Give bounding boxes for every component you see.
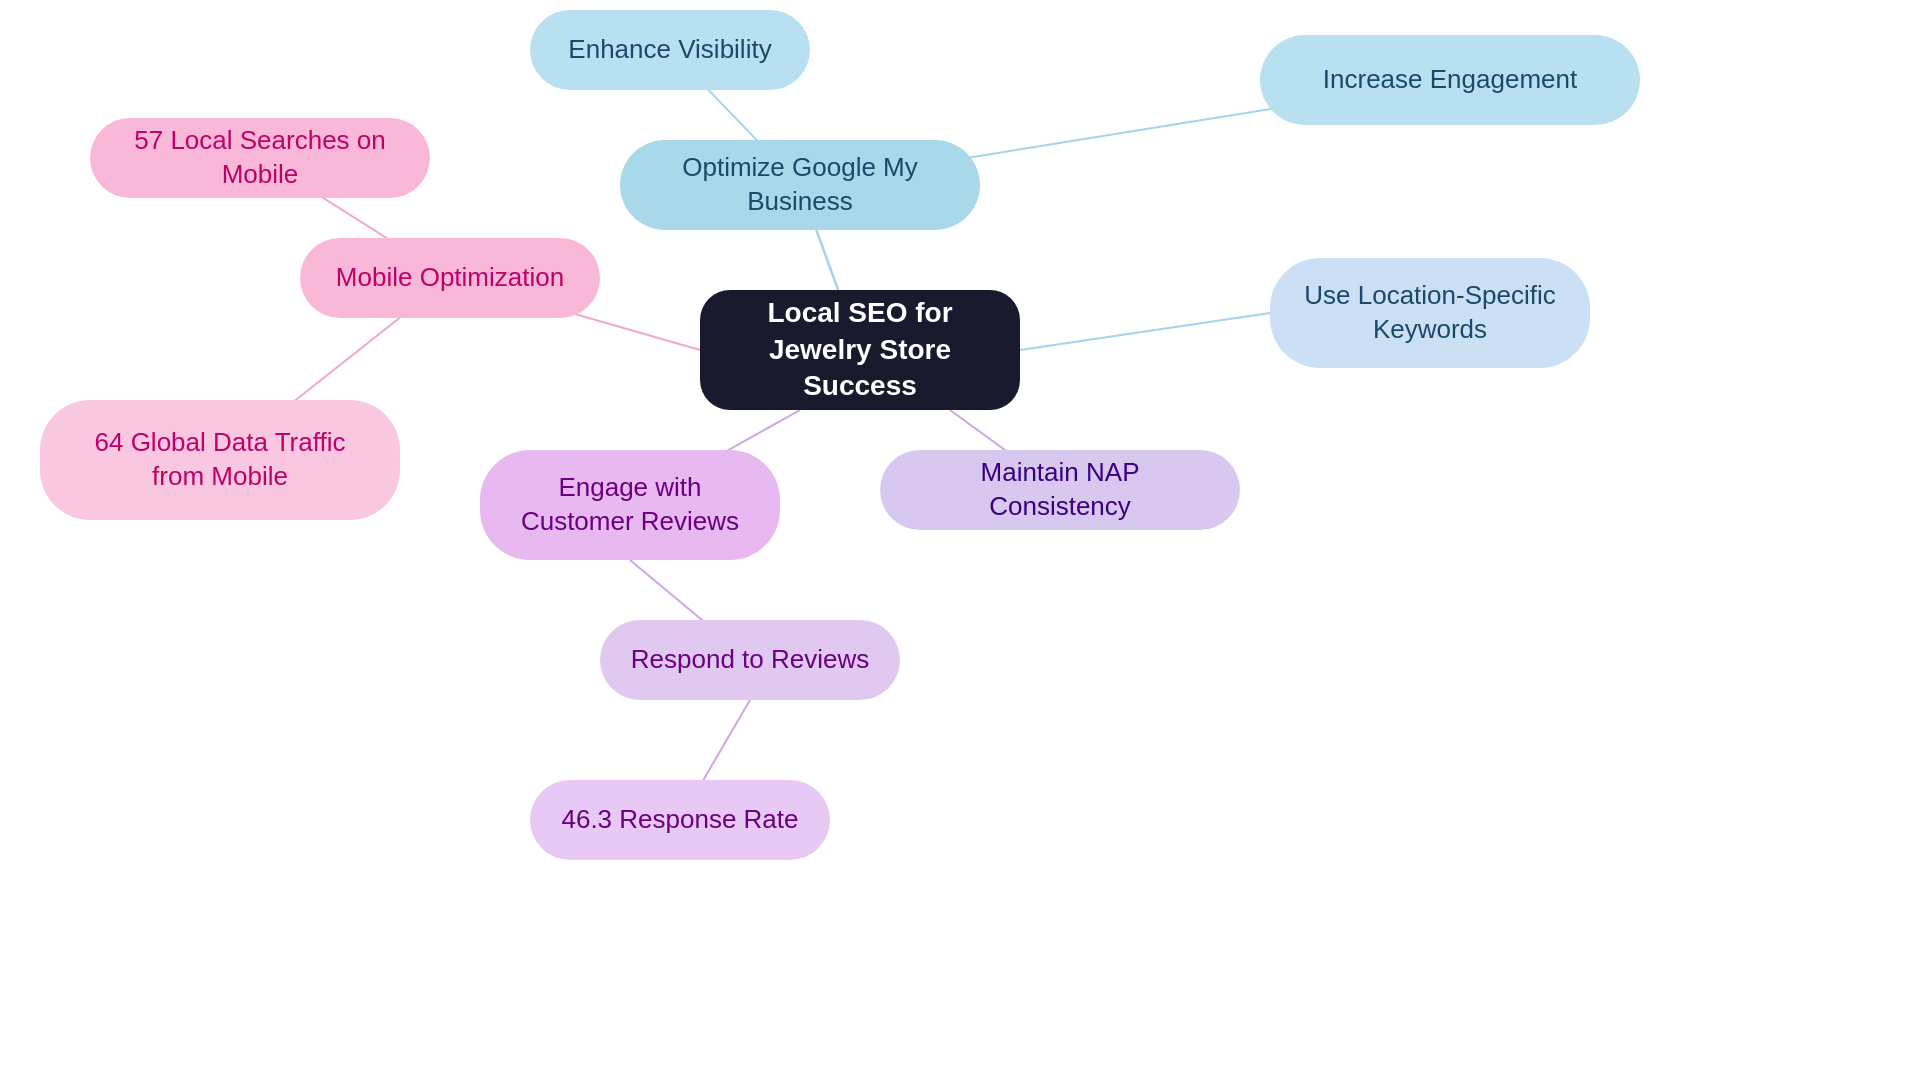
center-label: Local SEO for Jewelry Store Success bbox=[730, 295, 990, 404]
location-keywords-node[interactable]: Use Location-Specific Keywords bbox=[1270, 258, 1590, 368]
engage-label: Engage with Customer Reviews bbox=[510, 471, 750, 539]
response-rate-label: 46.3 Response Rate bbox=[561, 803, 798, 837]
respond-reviews-node[interactable]: Respond to Reviews bbox=[600, 620, 900, 700]
enhance-label: Enhance Visibility bbox=[568, 33, 771, 67]
enhance-visibility-node[interactable]: Enhance Visibility bbox=[530, 10, 810, 90]
gmb-node[interactable]: Optimize Google My Business bbox=[620, 140, 980, 230]
center-node[interactable]: Local SEO for Jewelry Store Success bbox=[700, 290, 1020, 410]
respond-label: Respond to Reviews bbox=[631, 643, 869, 677]
increase-engagement-node[interactable]: Increase Engagement bbox=[1260, 35, 1640, 125]
location-label: Use Location-Specific Keywords bbox=[1300, 279, 1560, 347]
mobile-optimization-node[interactable]: Mobile Optimization bbox=[300, 238, 600, 318]
increase-label: Increase Engagement bbox=[1323, 63, 1577, 97]
nap-label: Maintain NAP Consistency bbox=[910, 456, 1210, 524]
global-data-label: 64 Global Data Traffic from Mobile bbox=[70, 426, 370, 494]
mobile-opt-label: Mobile Optimization bbox=[336, 261, 564, 295]
global-data-node[interactable]: 64 Global Data Traffic from Mobile bbox=[40, 400, 400, 520]
svg-line-3 bbox=[1020, 313, 1270, 350]
gmb-label: Optimize Google My Business bbox=[650, 151, 950, 219]
engage-reviews-node[interactable]: Engage with Customer Reviews bbox=[480, 450, 780, 560]
nap-consistency-node[interactable]: Maintain NAP Consistency bbox=[880, 450, 1240, 530]
response-rate-node[interactable]: 46.3 Response Rate bbox=[530, 780, 830, 860]
local-searches-label: 57 Local Searches on Mobile bbox=[120, 124, 400, 192]
local-searches-node[interactable]: 57 Local Searches on Mobile bbox=[90, 118, 430, 198]
